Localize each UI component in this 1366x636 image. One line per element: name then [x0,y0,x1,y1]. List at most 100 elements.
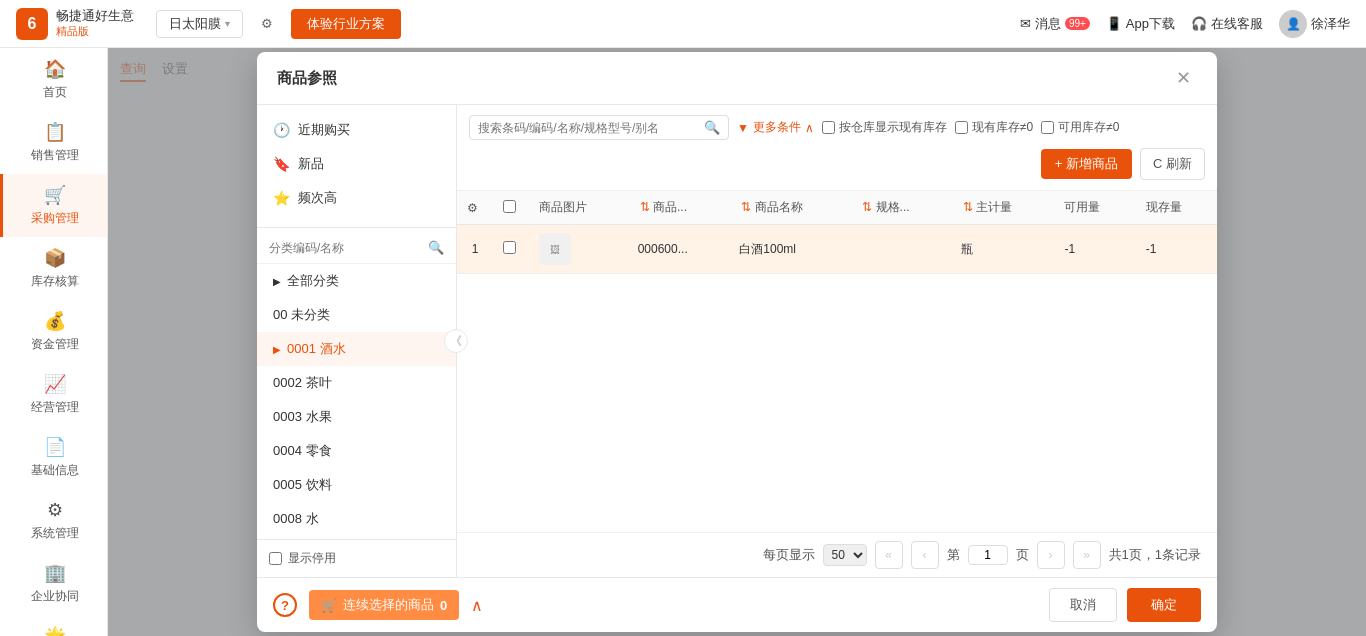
left-panel-tabs: 🕐 近期购买 🔖 新品 ⭐ 频次高 [257,105,456,223]
dialog-close-btn[interactable]: ✕ [1169,64,1197,92]
sidebar-item-inventory[interactable]: 📦 库存核算 [0,237,107,300]
page-size-select[interactable]: 50 [823,544,867,566]
category-0004[interactable]: 0004 零食 [257,434,456,468]
cart-btn[interactable]: 🛒 连续选择的商品 0 [309,590,459,620]
show-disabled-checkbox[interactable] [269,552,282,565]
sidebar-item-enterprise[interactable]: 🏢 企业协同 [0,552,107,615]
category-0002[interactable]: 0002 茶叶 [257,366,456,400]
select-all-checkbox[interactable] [503,200,516,213]
avatar-icon: 👤 [1286,17,1301,31]
th-name[interactable]: ⇅ 商品名称 [729,191,850,225]
avatar: 👤 [1279,10,1307,38]
td-row-checkbox[interactable] [493,225,529,274]
sidebar: 🏠 首页 📋 销售管理 🛒 采购管理 📦 库存核算 💰 资金管理 📈 经营管理 … [0,48,108,636]
cart-count: 0 [440,598,447,613]
add-product-btn[interactable]: + 新增商品 [1041,149,1132,179]
sidebar-item-sales[interactable]: 📋 销售管理 [0,111,107,174]
messages-btn[interactable]: ✉ 消息 99 [1020,15,1090,33]
sidebar-item-guide[interactable]: 🌟 新手引导 [0,615,107,636]
nav-gear-icon[interactable]: ⚙ [251,8,283,40]
product-reference-dialog: 商品参照 ✕ 🕐 近期购买 🔖 [257,52,1217,632]
help-icon-btn[interactable]: ? [273,593,297,617]
sidebar-item-home[interactable]: 🏠 首页 [0,48,107,111]
sidebar-item-system[interactable]: ⚙ 系统管理 [0,489,107,552]
guide-icon: 🌟 [44,625,66,636]
th-code[interactable]: ⇅ 商品... [628,191,730,225]
refresh-btn[interactable]: C 刷新 [1140,148,1205,180]
category-search-input[interactable] [269,241,422,255]
category-search-icon[interactable]: 🔍 [428,240,444,255]
left-panel-collapse-btn[interactable]: 《 [444,329,468,353]
search-box: 🔍 [469,115,729,140]
sidebar-item-basic[interactable]: 📄 基础信息 [0,426,107,489]
footer-right: 取消 确定 [1049,588,1201,622]
enterprise-icon: 🏢 [44,562,66,584]
confirm-btn[interactable]: 确定 [1127,588,1201,622]
tab-recent-purchase[interactable]: 🕐 近期购买 [257,113,456,147]
page-next-btn[interactable]: › [1037,541,1065,569]
online-service-btn[interactable]: 🎧 在线客服 [1191,15,1263,33]
th-settings[interactable]: ⚙ [457,191,493,225]
dialog-body: 🕐 近期购买 🔖 新品 ⭐ 频次高 [257,105,1217,577]
category-0003[interactable]: 0003 水果 [257,400,456,434]
th-checkbox[interactable] [493,191,529,225]
dropdown-arrow-icon: ▾ [225,18,230,29]
checkbox-by-warehouse[interactable]: 按仓库显示现有库存 [822,119,947,136]
checkbox-available-stock[interactable]: 可用库存≠0 [1041,119,1119,136]
th-unit[interactable]: ⇅ 主计量 [951,191,1055,225]
category-search: 🔍 [257,232,456,264]
nav-center: 日太阳膜 ▾ ⚙ 体验行业方案 [156,8,1020,40]
dialog-header: 商品参照 ✕ [257,52,1217,105]
th-available: 可用量 [1054,191,1135,225]
basic-icon: 📄 [44,436,66,458]
tab-new-product[interactable]: 🔖 新品 [257,147,456,181]
tab-frequent[interactable]: ⭐ 频次高 [257,181,456,215]
filter-btn[interactable]: ▼ 更多条件 ∧ [737,119,814,136]
category-0001[interactable]: ▶ 0001 酒水 [257,332,456,366]
recent-icon: 🕐 [273,122,290,138]
left-panel-divider [257,227,456,228]
cancel-btn[interactable]: 取消 [1049,588,1117,622]
page-prev-btn[interactable]: ‹ [911,541,939,569]
cart-icon: 🛒 [321,598,337,613]
logo-area: 6 畅捷通好生意 精品版 [16,8,156,40]
table-header-row: ⚙ 商品图片 [457,191,1217,225]
sidebar-item-purchase[interactable]: 🛒 采购管理 [0,174,107,237]
collapse-bottom-btn[interactable]: ∧ [471,596,483,615]
page-first-btn[interactable]: « [875,541,903,569]
th-spec[interactable]: ⇅ 规格... [850,191,951,225]
right-panel: 🔍 ▼ 更多条件 ∧ 按仓库显示现有库存 [457,105,1217,577]
dialog-footer: ? 🛒 连续选择的商品 0 ∧ 取消 确定 [257,577,1217,632]
category-0008[interactable]: 0008 水 [257,502,456,536]
filter-icon: ▼ [737,121,749,135]
checkbox-current-stock[interactable]: 现有库存≠0 [955,119,1033,136]
main-content: 查询 设置 商品参照 ✕ 🕐 [108,48,1366,636]
home-icon: 🏠 [44,58,66,80]
product-search-input[interactable] [478,121,698,135]
sales-icon: 📋 [44,121,66,143]
td-image: 🖼 [529,225,628,274]
category-00[interactable]: 00 未分类 [257,298,456,332]
category-0005[interactable]: 0005 饮料 [257,468,456,502]
page-input[interactable] [968,545,1008,565]
search-icon[interactable]: 🔍 [704,120,720,135]
td-code: 000600... [628,225,730,274]
finance-icon: 💰 [44,310,66,332]
category-all[interactable]: ▶ 全部分类 [257,264,456,298]
app-download-btn[interactable]: 📱 App下载 [1106,15,1175,33]
sidebar-item-operations[interactable]: 📈 经营管理 [0,363,107,426]
td-unit: 瓶 [951,225,1055,274]
user-profile-btn[interactable]: 👤 徐泽华 [1279,10,1350,38]
per-page-label: 每页显示 [763,546,815,564]
page-last-btn[interactable]: » [1073,541,1101,569]
nav-industry-btn[interactable]: 体验行业方案 [291,9,401,39]
nav-right: ✉ 消息 99 📱 App下载 🎧 在线客服 👤 徐泽华 [1020,10,1350,38]
page-suffix: 页 [1016,546,1029,564]
username-label: 徐泽华 [1311,15,1350,33]
sidebar-item-finance[interactable]: 💰 资金管理 [0,300,107,363]
td-available: -1 [1054,225,1135,274]
main-layout: 🏠 首页 📋 销售管理 🛒 采购管理 📦 库存核算 💰 资金管理 📈 经营管理 … [0,48,1366,636]
nav-dropdown[interactable]: 日太阳膜 ▾ [156,10,243,38]
table-row[interactable]: 1 🖼 [457,225,1217,274]
headset-icon: 🎧 [1191,16,1207,31]
